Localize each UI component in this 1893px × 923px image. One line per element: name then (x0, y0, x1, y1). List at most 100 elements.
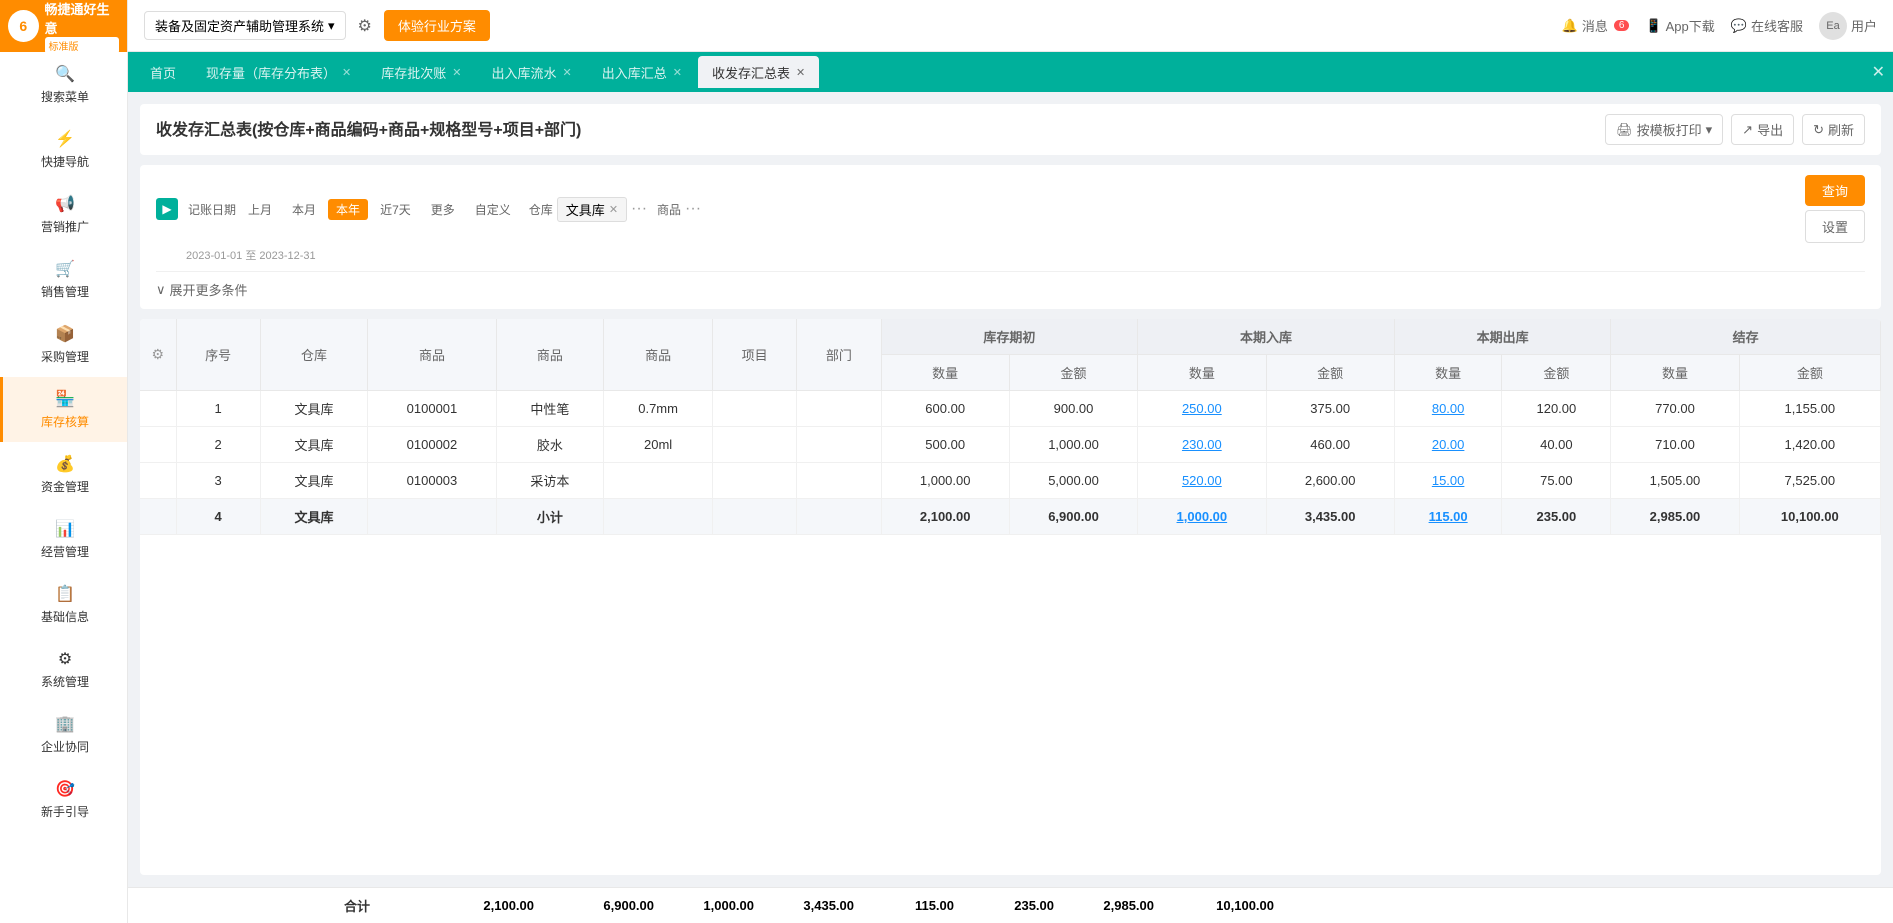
system-label: 系统管理 (41, 673, 89, 690)
warehouse-filter: 仓库 文具库 ✕ ··· (529, 197, 647, 222)
date-btn-7days[interactable]: 近7天 (372, 199, 419, 220)
newbie-icon: 🎯 (55, 779, 75, 799)
system-icon: ⚙ (58, 649, 72, 669)
settings-icon[interactable]: ⚙ (358, 16, 372, 36)
print-btn[interactable]: 🖨 按模板打印 ▾ (1605, 114, 1723, 145)
date-btn-last-month[interactable]: 上月 (240, 199, 280, 220)
totals-row: 2,100.00 6,900.00 1,000.00 3,435.00 115.… (424, 898, 1877, 913)
user-btn[interactable]: Ea 用户 (1819, 12, 1877, 40)
th-in: 本期入库 (1138, 319, 1395, 355)
date-btn-this-year[interactable]: 本年 (328, 199, 368, 220)
th-in-amt: 金额 (1266, 355, 1394, 391)
enterprise-label: 企业协同 (41, 738, 89, 755)
tab-home[interactable]: 首页 (136, 56, 190, 88)
table-row: 3 文具库 0100003 采访本 1,000.00 5,000.00 520.… (140, 463, 1881, 499)
tab-recv_send_summary[interactable]: 收发存汇总表✕ (698, 56, 819, 88)
tab-close-inout_summary[interactable]: ✕ (673, 66, 682, 79)
query-btn[interactable]: 查询 (1805, 175, 1865, 206)
sidebar-item-operations[interactable]: 📊经营管理 (0, 507, 127, 572)
table-gear-icon[interactable]: ⚙ (151, 346, 164, 362)
date-btn-custom[interactable]: 自定义 (467, 199, 519, 220)
filter-row: ▶ 记账日期 上月 本月 本年 近7天 更多 自定义 仓库 文具库 (156, 175, 1865, 243)
tab-batch_ledger[interactable]: 库存批次账 ✕ (367, 56, 475, 88)
th-dept: 部门 (797, 319, 881, 391)
operations-label: 经营管理 (41, 543, 89, 560)
tab-inout_flow[interactable]: 出入库流水✕ (477, 56, 585, 88)
sales-label: 销售管理 (41, 283, 89, 300)
sidebar-item-marketing[interactable]: 📢营销推广 (0, 182, 127, 247)
date-btn-this-month[interactable]: 本月 (284, 199, 324, 220)
logo-text: 畅捷通好生意 标准版 (45, 0, 119, 54)
trial-button[interactable]: 体验行业方案 (384, 10, 490, 41)
online-service-btn[interactable]: 💬 在线客服 (1731, 16, 1803, 35)
tab-label-batch_ledger: 库存批次账 (381, 63, 446, 82)
messages-btn[interactable]: 🔔 消息 6 (1562, 16, 1630, 35)
system-select[interactable]: 装备及固定资产辅助管理系统 ▾ (144, 11, 346, 40)
sidebar-item-search[interactable]: 🔍 搜索菜单 (0, 52, 127, 117)
sidebar-item-system[interactable]: ⚙ 系统管理 (0, 637, 127, 702)
service-icon: 💬 (1731, 18, 1747, 34)
table-row: 2 文具库 0100002 胶水 20ml 500.00 1,000.00 23… (140, 427, 1881, 463)
th-out-amt: 金额 (1502, 355, 1611, 391)
close-all-tabs-btn[interactable]: ✕ (1872, 62, 1885, 82)
warehouse-tag-close[interactable]: ✕ (609, 203, 618, 216)
goods-more-btn[interactable]: ··· (685, 200, 701, 218)
total-out-qty: 115.00 (864, 898, 964, 913)
marketing-icon: 📢 (55, 194, 75, 214)
tab-close-stock_dist[interactable]: ✕ (342, 66, 351, 79)
tab-close-batch_ledger[interactable]: ✕ (452, 66, 461, 79)
sidebar-item-newbie[interactable]: 🎯 新手引导 (0, 767, 127, 832)
sidebar-item-base[interactable]: 📋基础信息 (0, 572, 127, 637)
bell-icon: 🔔 (1562, 18, 1578, 34)
th-in-qty: 数量 (1138, 355, 1266, 391)
total-bal-amt: 10,100.00 (1164, 898, 1284, 913)
tab-close-recv_send_summary[interactable]: ✕ (796, 66, 805, 79)
warehouse-tag-text: 文具库 (566, 200, 605, 219)
search-icon: 🔍 (55, 64, 75, 84)
expand-row: ∨ 展开更多条件 (156, 271, 1865, 299)
quick-label: 快捷导航 (41, 153, 89, 170)
refresh-btn[interactable]: ↻ 刷新 (1802, 114, 1865, 145)
export-btn[interactable]: ↗ 导出 (1731, 114, 1794, 145)
search-label: 搜索菜单 (41, 88, 89, 105)
content: 收发存汇总表(按仓库+商品编码+商品+规格型号+项目+部门) 🖨 按模板打印 ▾… (128, 92, 1893, 887)
goods-filter: 商品 ··· (657, 200, 1795, 218)
date-filter: 记账日期 上月 本月 本年 近7天 更多 自定义 (188, 199, 519, 220)
th-balance: 结存 (1611, 319, 1881, 355)
subtotal-warehouse: 文具库 (260, 499, 368, 535)
sidebar-item-purchase[interactable]: 📦采购管理 (0, 312, 127, 377)
subtotal-label: 小计 (496, 499, 604, 535)
newbie-label: 新手引导 (41, 803, 89, 820)
subtotal-open-amt: 6,900.00 (1009, 499, 1137, 535)
sidebar-item-sales[interactable]: 🛒 销售管理 (0, 247, 127, 312)
date-btn-more[interactable]: 更多 (423, 199, 463, 220)
th-spec: 商品 (604, 319, 713, 391)
tab-stock_dist[interactable]: 现存量（库存分布表）✕ (192, 56, 365, 88)
total-label: 合计 (344, 896, 424, 915)
sidebar-item-quick[interactable]: ⚡快捷导航 (0, 117, 127, 182)
tab-label-inout_summary: 出入库汇总 (602, 63, 667, 82)
total-in-amt: 3,435.00 (764, 898, 864, 913)
th-out-qty: 数量 (1394, 355, 1502, 391)
subtotal-open-qty: 2,100.00 (881, 499, 1009, 535)
purchase-icon: 📦 (55, 324, 75, 344)
date-label: 记账日期 (188, 201, 236, 218)
app-download-btn[interactable]: 📱 App下载 (1645, 16, 1714, 35)
th-name: 商品 (496, 319, 604, 391)
warehouse-tag[interactable]: 文具库 ✕ (557, 197, 627, 222)
sidebar-item-enterprise[interactable]: 🏢企业协同 (0, 702, 127, 767)
settings-btn[interactable]: 设置 (1805, 210, 1865, 243)
sidebar-item-finance[interactable]: 💰资金管理 (0, 442, 127, 507)
tabbar: 首页现存量（库存分布表）✕库存批次账✕出入库流水✕出入库汇总✕收发存汇总表✕✕ (128, 52, 1893, 92)
main-area: 装备及固定资产辅助管理系统 ▾ ⚙ 体验行业方案 🔔 消息 6 📱 App下载 … (128, 0, 1893, 923)
expand-arrow-btn[interactable]: ▶ (156, 198, 178, 220)
tab-close-inout_flow[interactable]: ✕ (563, 66, 572, 79)
warehouse-more-btn[interactable]: ··· (631, 200, 647, 218)
tab-inout_summary[interactable]: 出入库汇总 ✕ (588, 56, 696, 88)
expand-more-btn[interactable]: ∨ 展开更多条件 (156, 280, 248, 299)
data-table-container: ⚙ 序号 仓库 商品 商品 商品 项目 部门 库存期初 本期入库 本期出库 结存 (140, 319, 1881, 875)
sidebar-item-inventory[interactable]: 🏪库存核算 (0, 377, 127, 442)
sales-icon: 🛒 (55, 259, 75, 279)
logo-icon: 6 (8, 10, 39, 42)
warehouse-label: 仓库 (529, 201, 553, 218)
